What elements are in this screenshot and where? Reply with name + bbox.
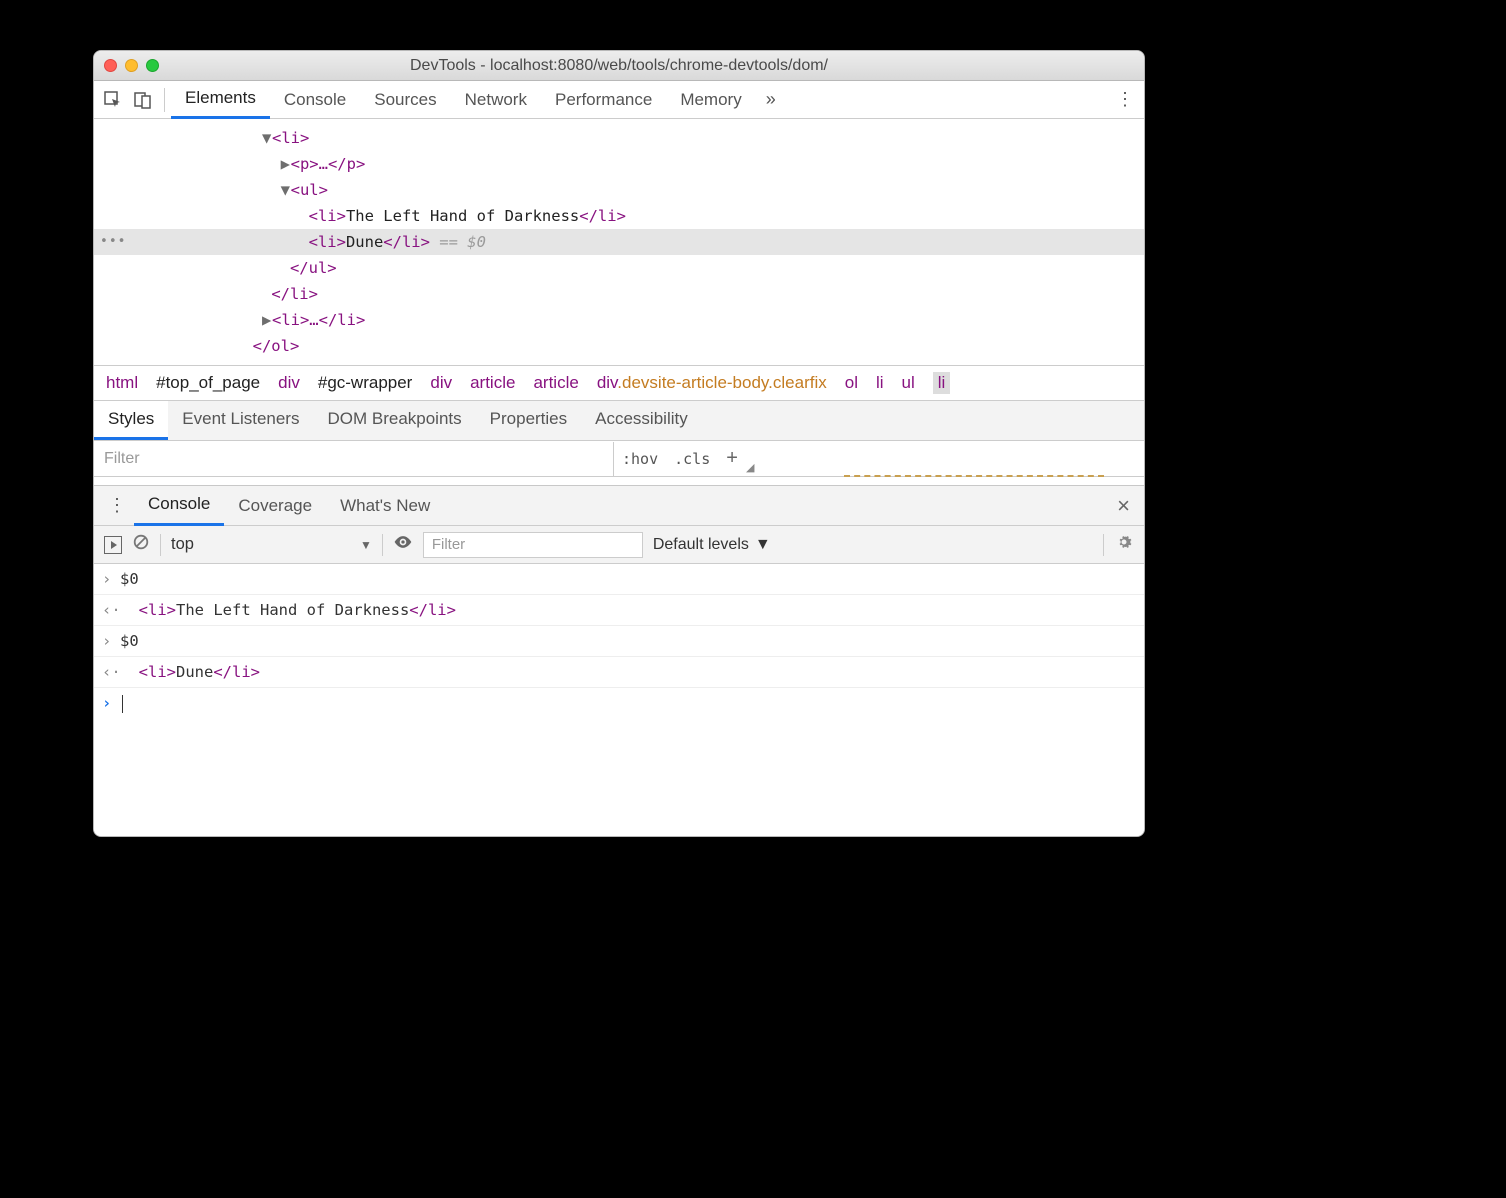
dom-node[interactable]: ▼<li> xyxy=(94,125,1144,151)
tab-performance[interactable]: Performance xyxy=(541,81,666,119)
dtab-whats-new[interactable]: What's New xyxy=(326,486,444,526)
more-tabs-icon[interactable]: » xyxy=(756,89,786,110)
dom-tree[interactable]: ▼<li> ▶<p>…</p> ▼<ul> <li>The Left Hand … xyxy=(94,119,1144,365)
crumb-li[interactable]: li xyxy=(876,373,884,393)
crumb-div[interactable]: div xyxy=(430,373,452,393)
main-toolbar: Elements Console Sources Network Perform… xyxy=(94,81,1144,119)
settings-kebab-icon[interactable]: ⋮ xyxy=(1110,89,1140,110)
device-toggle-icon[interactable] xyxy=(128,85,158,115)
minimize-window-icon[interactable] xyxy=(125,59,138,72)
tab-memory[interactable]: Memory xyxy=(666,81,755,119)
inspect-icon[interactable] xyxy=(98,85,128,115)
hov-toggle[interactable]: :hov xyxy=(614,450,666,468)
titlebar: DevTools - localhost:8080/web/tools/chro… xyxy=(94,51,1144,81)
context-label: top xyxy=(171,535,194,554)
crumb-li-selected[interactable]: li xyxy=(933,372,951,394)
devtools-window: DevTools - localhost:8080/web/tools/chro… xyxy=(93,50,1145,837)
stab-event-listeners[interactable]: Event Listeners xyxy=(168,401,313,440)
dtab-console[interactable]: Console xyxy=(134,486,224,526)
clear-console-icon[interactable] xyxy=(132,533,150,556)
show-console-sidebar-icon[interactable] xyxy=(104,536,122,554)
live-expression-icon[interactable] xyxy=(393,532,413,557)
console-prompt[interactable]: › xyxy=(94,688,1144,718)
dtab-coverage[interactable]: Coverage xyxy=(224,486,326,526)
crumb-top-of-page[interactable]: #top_of_page xyxy=(156,373,260,393)
crumb-article[interactable]: article xyxy=(470,373,515,393)
stab-styles[interactable]: Styles xyxy=(94,401,168,440)
box-model-preview xyxy=(884,475,1144,483)
tab-sources[interactable]: Sources xyxy=(360,81,450,119)
stab-accessibility[interactable]: Accessibility xyxy=(581,401,702,440)
crumb-ul[interactable]: ul xyxy=(902,373,915,393)
dom-node[interactable]: </li> xyxy=(94,281,1144,307)
window-controls xyxy=(104,59,159,72)
drawer-kebab-icon[interactable]: ⋮ xyxy=(100,495,134,516)
crumb-ol[interactable]: ol xyxy=(845,373,858,393)
dom-node[interactable]: ▼<ul> xyxy=(94,177,1144,203)
cls-toggle[interactable]: .cls xyxy=(666,450,718,468)
dom-node[interactable]: </ol> xyxy=(94,333,1144,359)
drawer: ⋮ Console Coverage What's New × top ▼ xyxy=(94,485,1144,836)
drawer-close-icon[interactable]: × xyxy=(1109,493,1138,519)
close-window-icon[interactable] xyxy=(104,59,117,72)
new-style-rule-icon[interactable]: + xyxy=(718,447,746,470)
dom-node[interactable]: ▶<li>…</li> xyxy=(94,307,1144,333)
console-input-line: ›$0 xyxy=(94,626,1144,657)
tab-console[interactable]: Console xyxy=(270,81,360,119)
dom-node-selected[interactable]: <li>Dune</li> == $0 xyxy=(94,229,1144,255)
crumb-html[interactable]: html xyxy=(106,373,138,393)
chevron-down-icon: ▼ xyxy=(755,536,771,554)
tab-network[interactable]: Network xyxy=(451,81,541,119)
styles-pane-tabs: Styles Event Listeners DOM Breakpoints P… xyxy=(94,400,1144,441)
console-controls: top ▼ Default levels ▼ xyxy=(94,526,1144,564)
stab-dom-breakpoints[interactable]: DOM Breakpoints xyxy=(313,401,475,440)
log-levels-selector[interactable]: Default levels ▼ xyxy=(653,536,771,554)
styles-filter-row: :hov .cls + ◢ xyxy=(94,441,1144,477)
chevron-down-icon: ▼ xyxy=(360,538,372,552)
console-settings-icon[interactable] xyxy=(1114,532,1134,557)
levels-label: Default levels xyxy=(653,536,749,554)
dom-node[interactable]: </ul> xyxy=(94,255,1144,281)
console-filter-input[interactable] xyxy=(423,532,643,558)
dom-node[interactable]: <li>The Left Hand of Darkness</li> xyxy=(94,203,1144,229)
styles-filter-input[interactable] xyxy=(94,442,614,476)
drawer-tabs: ⋮ Console Coverage What's New × xyxy=(94,486,1144,526)
window-title: DevTools - localhost:8080/web/tools/chro… xyxy=(104,57,1134,75)
console-result-line: ‹· <li>The Left Hand of Darkness</li> xyxy=(94,595,1144,626)
context-selector[interactable]: top ▼ xyxy=(171,535,372,554)
tab-elements[interactable]: Elements xyxy=(171,81,270,119)
crumb-gc-wrapper[interactable]: #gc-wrapper xyxy=(318,373,413,393)
maximize-window-icon[interactable] xyxy=(146,59,159,72)
crumb-article[interactable]: article xyxy=(533,373,578,393)
crumb-div[interactable]: div xyxy=(278,373,300,393)
dom-node[interactable]: ▶<p>…</p> xyxy=(94,151,1144,177)
resize-corner-icon[interactable]: ◢ xyxy=(746,461,762,474)
console-output[interactable]: ›$0 ‹· <li>The Left Hand of Darkness</li… xyxy=(94,564,1144,836)
console-input-line: ›$0 xyxy=(94,564,1144,595)
crumb-div-devsite[interactable]: div.devsite-article-body.clearfix xyxy=(597,373,827,393)
breadcrumb[interactable]: html #top_of_page div #gc-wrapper div ar… xyxy=(94,365,1144,400)
console-result-line: ‹· <li>Dune</li> xyxy=(94,657,1144,688)
stab-properties[interactable]: Properties xyxy=(476,401,581,440)
